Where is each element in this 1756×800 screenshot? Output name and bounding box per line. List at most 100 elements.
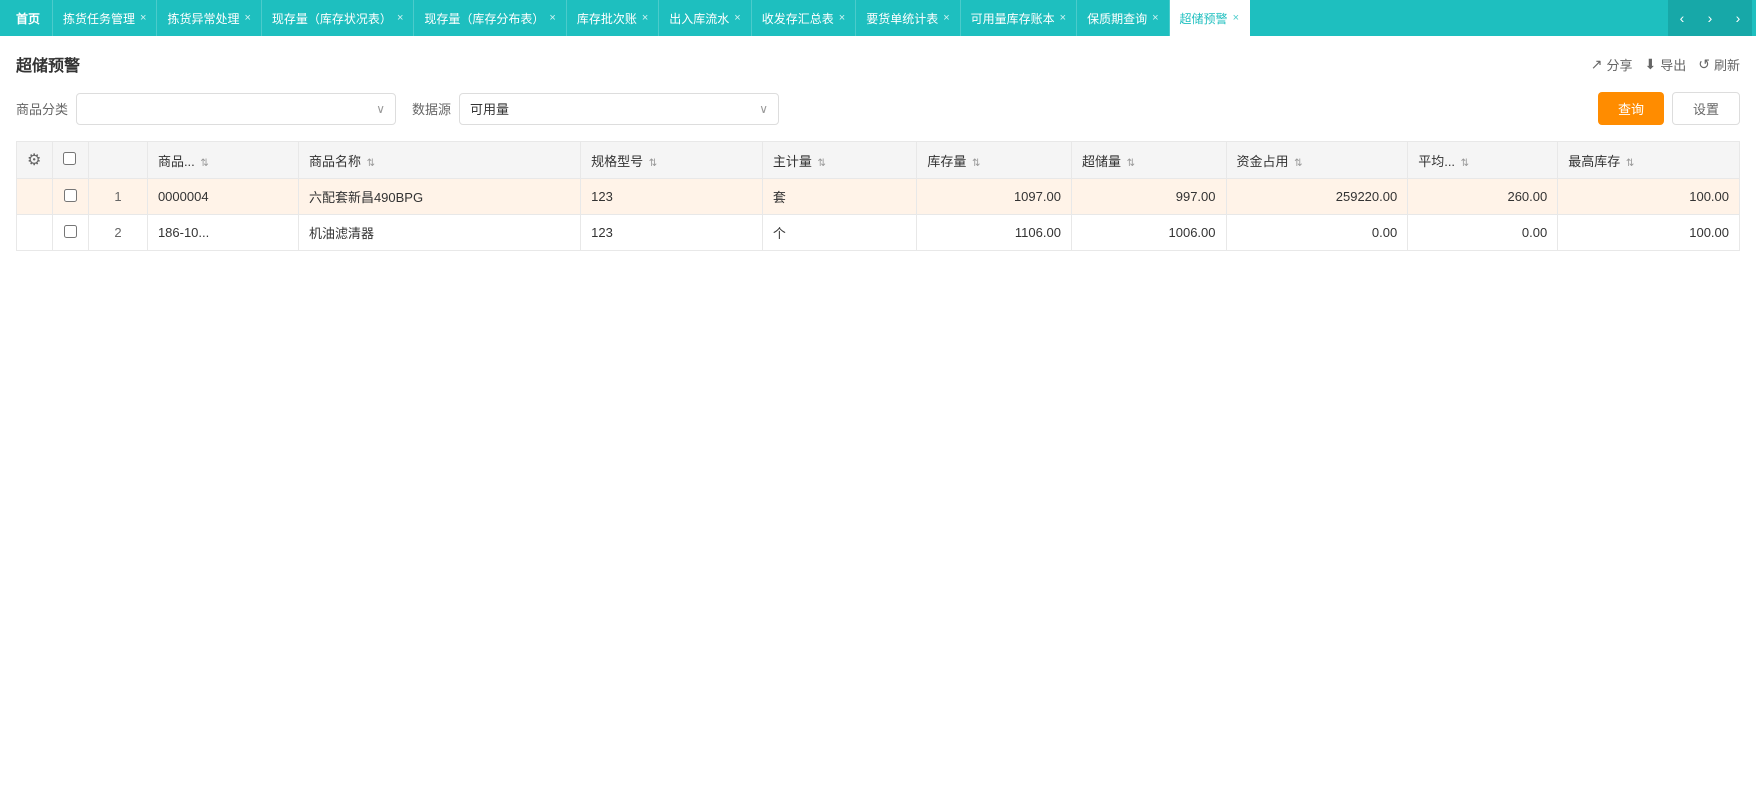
col-stock-header: 库存量 ⇅ bbox=[917, 142, 1072, 179]
share-button[interactable]: ↗ 分享 bbox=[1591, 55, 1633, 74]
nav-next-button[interactable]: › bbox=[1696, 0, 1724, 36]
product-category-arrow-icon: ∨ bbox=[376, 102, 385, 116]
data-table: ⚙ 商品... ⇅ 商品名称 ⇅ 规格型号 ⇅ bbox=[16, 141, 1740, 251]
data-source-filter: 数据源 可用量 ∨ bbox=[412, 93, 779, 125]
export-button[interactable]: ⬇ 导出 bbox=[1645, 55, 1687, 74]
nav-tab-close-9[interactable]: × bbox=[1152, 12, 1158, 24]
cell-stock-1: 1106.00 bbox=[917, 215, 1072, 251]
cell-unit-1: 个 bbox=[762, 215, 917, 251]
col-max-stock-header: 最高库存 ⇅ bbox=[1558, 142, 1740, 179]
nav-tab-home[interactable]: 首页 bbox=[4, 0, 53, 36]
nav-tab-close-6[interactable]: × bbox=[839, 12, 845, 24]
cell-spec-1: 123 bbox=[581, 215, 763, 251]
cell-product-name-0: 六配套新昌490BPG bbox=[298, 179, 580, 215]
cell-overstock-0: 997.00 bbox=[1071, 179, 1226, 215]
nav-tab-8[interactable]: 可用量库存账本 × bbox=[961, 0, 1077, 36]
sort-icon-capital[interactable]: ⇅ bbox=[1294, 158, 1302, 169]
cell-avg-0: 260.00 bbox=[1408, 179, 1558, 215]
nav-tab-close-4[interactable]: × bbox=[642, 12, 648, 24]
sort-icon-spec[interactable]: ⇅ bbox=[649, 158, 657, 169]
cell-checkbox-0 bbox=[53, 179, 89, 215]
cell-product-code-1: 186-10... bbox=[147, 215, 298, 251]
cell-max-stock-0: 100.00 bbox=[1558, 179, 1740, 215]
cell-capital-0: 259220.00 bbox=[1226, 179, 1408, 215]
col-index-header bbox=[89, 142, 148, 179]
data-source-select[interactable]: 可用量 ∨ bbox=[459, 93, 779, 125]
nav-tab-close-3[interactable]: × bbox=[549, 12, 555, 24]
nav-tab-7[interactable]: 要货单统计表 × bbox=[856, 0, 960, 36]
cell-avg-1: 0.00 bbox=[1408, 215, 1558, 251]
page-header: 超储预警 ↗ 分享 ⬇ 导出 ↺ 刷新 bbox=[16, 52, 1740, 76]
data-source-value: 可用量 bbox=[470, 99, 509, 118]
row-checkbox-1[interactable] bbox=[64, 225, 77, 238]
select-all-checkbox[interactable] bbox=[63, 152, 76, 165]
header-actions: ↗ 分享 ⬇ 导出 ↺ 刷新 bbox=[1591, 55, 1740, 74]
filter-area: 商品分类 ∨ 数据源 可用量 ∨ 查询 设置 bbox=[16, 92, 1740, 125]
col-checkbox-header bbox=[53, 142, 89, 179]
sort-icon-overstock[interactable]: ⇅ bbox=[1127, 158, 1135, 169]
nav-tab-9[interactable]: 保质期查询 × bbox=[1077, 0, 1169, 36]
settings-gear-icon[interactable]: ⚙ bbox=[27, 152, 41, 169]
nav-tab-close-0[interactable]: × bbox=[140, 12, 146, 24]
sort-icon-product-code[interactable]: ⇅ bbox=[200, 158, 208, 169]
cell-index-1: 2 bbox=[89, 215, 148, 251]
export-icon: ⬇ bbox=[1645, 56, 1657, 73]
table-row: 1 0000004 六配套新昌490BPG 123 套 1097.00 997.… bbox=[17, 179, 1740, 215]
refresh-button[interactable]: ↺ 刷新 bbox=[1698, 55, 1740, 74]
table-header-row: ⚙ 商品... ⇅ 商品名称 ⇅ 规格型号 ⇅ bbox=[17, 142, 1740, 179]
cell-product-code-0: 0000004 bbox=[147, 179, 298, 215]
nav-tab-3[interactable]: 现存量（库存分布表） × bbox=[414, 0, 566, 36]
share-icon: ↗ bbox=[1591, 56, 1603, 73]
cell-settings-0 bbox=[17, 179, 53, 215]
settings-button[interactable]: 设置 bbox=[1672, 92, 1740, 125]
sort-icon-avg[interactable]: ⇅ bbox=[1461, 158, 1469, 169]
nav-tab-1[interactable]: 拣货异常处理 × bbox=[157, 0, 261, 36]
col-capital-header: 资金占用 ⇅ bbox=[1226, 142, 1408, 179]
nav-tab-4[interactable]: 库存批次账 × bbox=[567, 0, 659, 36]
sort-icon-unit[interactable]: ⇅ bbox=[817, 158, 825, 169]
cell-unit-0: 套 bbox=[762, 179, 917, 215]
sort-icon-stock[interactable]: ⇅ bbox=[972, 158, 980, 169]
data-source-arrow-icon: ∨ bbox=[759, 102, 768, 116]
row-checkbox-0[interactable] bbox=[64, 189, 77, 202]
col-overstock-header: 超储量 ⇅ bbox=[1071, 142, 1226, 179]
query-button[interactable]: 查询 bbox=[1598, 92, 1664, 125]
data-source-label: 数据源 bbox=[412, 99, 451, 118]
top-navigation: 首页 拣货任务管理 × 拣货异常处理 × 现存量（库存状况表） × 现存量（库存… bbox=[0, 0, 1756, 36]
cell-settings-1 bbox=[17, 215, 53, 251]
table-row: 2 186-10... 机油滤清器 123 个 1106.00 1006.00 … bbox=[17, 215, 1740, 251]
nav-tab-0[interactable]: 拣货任务管理 × bbox=[53, 0, 157, 36]
nav-tab-close-5[interactable]: × bbox=[734, 12, 740, 24]
cell-checkbox-1 bbox=[53, 215, 89, 251]
nav-tab-10[interactable]: 超储预警 × bbox=[1170, 0, 1250, 36]
nav-tab-2[interactable]: 现存量（库存状况表） × bbox=[262, 0, 414, 36]
sort-icon-product-name[interactable]: ⇅ bbox=[367, 158, 375, 169]
nav-more-button[interactable]: › bbox=[1724, 0, 1752, 36]
cell-max-stock-1: 100.00 bbox=[1558, 215, 1740, 251]
nav-arrows: ‹ › › bbox=[1668, 0, 1752, 36]
refresh-icon: ↺ bbox=[1698, 56, 1710, 73]
nav-tab-close-10[interactable]: × bbox=[1233, 12, 1239, 24]
col-avg-header: 平均... ⇅ bbox=[1408, 142, 1558, 179]
cell-capital-1: 0.00 bbox=[1226, 215, 1408, 251]
page-title: 超储预警 bbox=[16, 52, 80, 76]
nav-tab-close-2[interactable]: × bbox=[397, 12, 403, 24]
filter-buttons: 查询 设置 bbox=[1598, 92, 1740, 125]
col-settings: ⚙ bbox=[17, 142, 53, 179]
nav-tab-5[interactable]: 出入库流水 × bbox=[659, 0, 751, 36]
nav-tab-6[interactable]: 收发存汇总表 × bbox=[752, 0, 856, 36]
product-category-select[interactable]: ∨ bbox=[76, 93, 396, 125]
col-product-name-header: 商品名称 ⇅ bbox=[298, 142, 580, 179]
nav-tab-close-8[interactable]: × bbox=[1060, 12, 1066, 24]
col-spec-header: 规格型号 ⇅ bbox=[581, 142, 763, 179]
main-content: 超储预警 ↗ 分享 ⬇ 导出 ↺ 刷新 商品分类 ∨ 数据源 bbox=[0, 36, 1756, 800]
col-product-code-header: 商品... ⇅ bbox=[147, 142, 298, 179]
sort-icon-max-stock[interactable]: ⇅ bbox=[1626, 158, 1634, 169]
product-category-filter: 商品分类 ∨ bbox=[16, 93, 396, 125]
cell-product-name-1: 机油滤清器 bbox=[298, 215, 580, 251]
nav-tab-close-7[interactable]: × bbox=[943, 12, 949, 24]
nav-tab-close-1[interactable]: × bbox=[244, 12, 250, 24]
cell-spec-0: 123 bbox=[581, 179, 763, 215]
cell-index-0: 1 bbox=[89, 179, 148, 215]
nav-prev-button[interactable]: ‹ bbox=[1668, 0, 1696, 36]
